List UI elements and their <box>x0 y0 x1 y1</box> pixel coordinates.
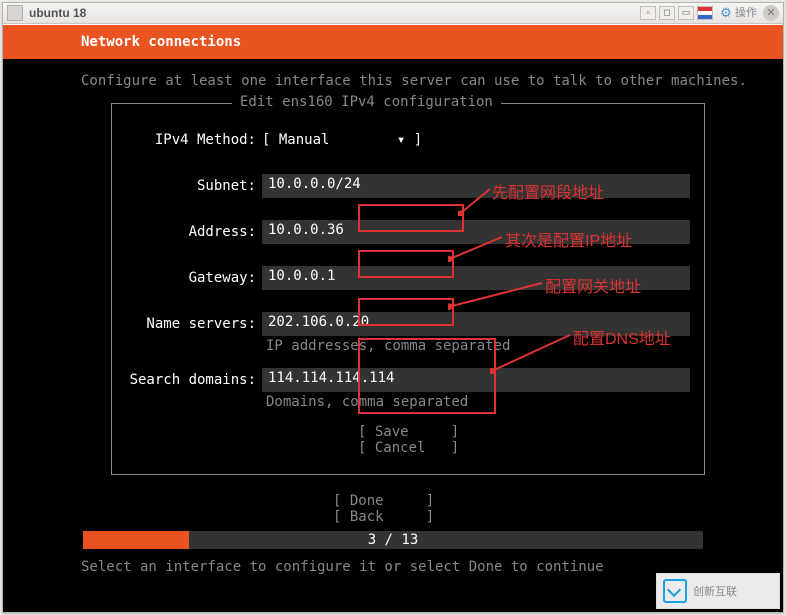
ipv4-method-select[interactable]: [ Manual ▾ ] <box>262 132 422 148</box>
page-title: Network connections <box>3 25 783 59</box>
action-label[interactable]: 操作 <box>735 3 757 23</box>
cancel-button[interactable]: [ Cancel ] <box>358 440 690 456</box>
done-button[interactable]: [ Done ] <box>333 493 783 509</box>
subnet-row: Subnet: 10.0.0.0/24 <box>126 174 690 198</box>
ipv4-method-value: Manual <box>279 132 330 148</box>
back-button[interactable]: [ Back ] <box>333 509 783 525</box>
annotation-box-subnet <box>358 204 464 232</box>
display-toggle-button-1[interactable]: ▫ <box>640 6 656 20</box>
annotation-box-dns <box>358 338 496 414</box>
window-icon <box>7 5 23 21</box>
annotation-label-dns: 配置DNS地址 <box>573 325 671 349</box>
progress-bar: 3 / 13 <box>83 531 703 549</box>
annotation-box-gateway <box>358 298 454 326</box>
ipv4-method-label: IPv4 Method: <box>126 132 256 148</box>
display-toggle-button-3[interactable]: ▭ <box>678 6 694 20</box>
ipv4-method-row: IPv4 Method: [ Manual ▾ ] <box>126 128 690 152</box>
flag-icon <box>697 6 713 20</box>
display-toggle-button-2[interactable]: ◻ <box>659 6 675 20</box>
close-button[interactable]: ✕ <box>763 5 779 21</box>
watermark-logo-icon <box>663 579 687 603</box>
save-button[interactable]: [ Save ] <box>358 424 690 440</box>
frame-buttons: [ Save ] [ Cancel ] <box>126 424 690 456</box>
searchdomains-label: Search domains: <box>126 372 256 388</box>
subnet-label: Subnet: <box>126 178 256 194</box>
watermark: 创新互联 <box>656 573 780 609</box>
annotation-label-address: 其次是配置IP地址 <box>505 227 632 251</box>
annotation-box-address <box>358 250 454 278</box>
progress-text: 3 / 13 <box>83 532 703 548</box>
window-title: ubuntu 18 <box>29 3 86 23</box>
subnet-input[interactable]: 10.0.0.0/24 <box>262 174 690 198</box>
outer-buttons: [ Done ] [ Back ] <box>3 493 783 525</box>
address-label: Address: <box>126 224 256 240</box>
annotation-label-gateway: 配置网关地址 <box>545 273 641 297</box>
nameservers-label: Name servers: <box>126 316 256 332</box>
gear-icon[interactable]: ⚙ <box>719 6 733 20</box>
watermark-text: 创新互联 <box>693 583 737 599</box>
titlebar: ubuntu 18 ▫ ◻ ▭ ⚙ 操作 ✕ <box>3 3 783 24</box>
annotation-label-subnet: 先配置网段地址 <box>492 179 604 203</box>
page-intro: Configure at least one interface this se… <box>3 59 783 99</box>
gateway-label: Gateway: <box>126 270 256 286</box>
frame-title: Edit ens160 IPv4 configuration <box>232 94 501 110</box>
